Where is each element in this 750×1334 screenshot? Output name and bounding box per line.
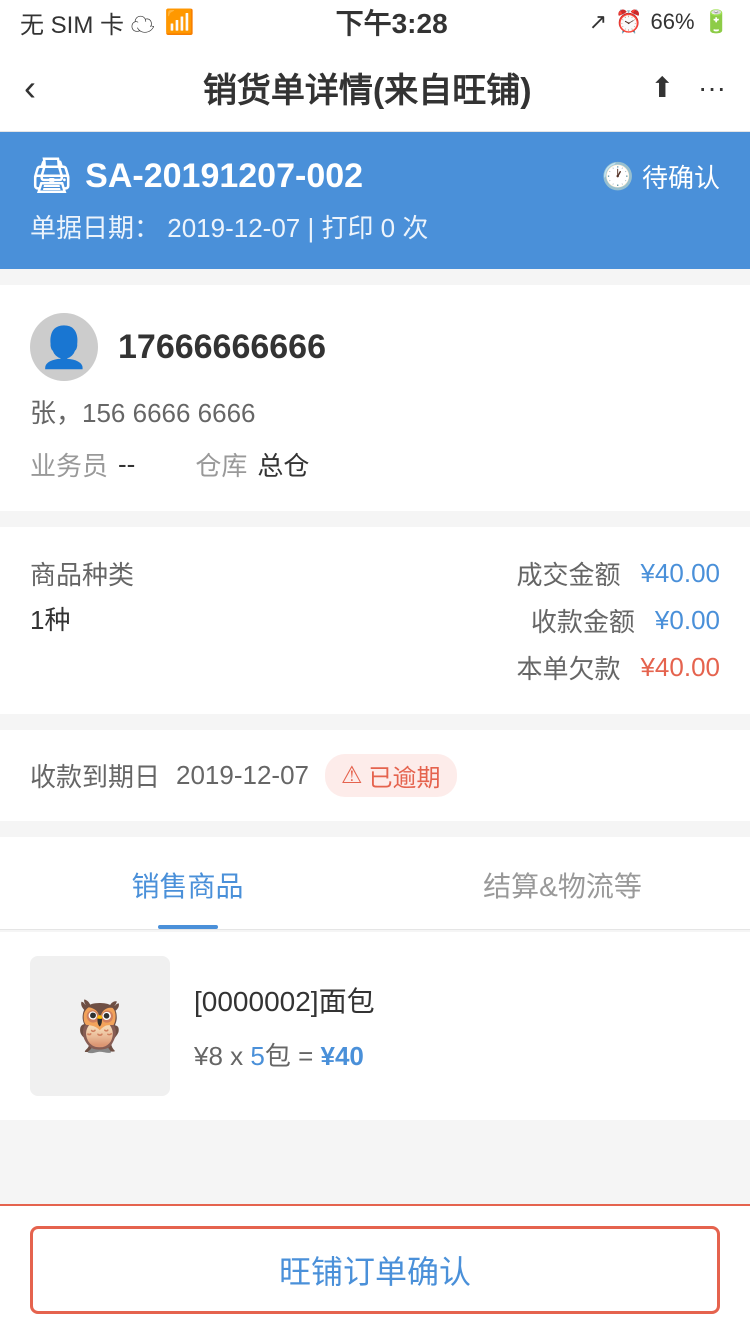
order-date-value: 2019-12-07 <box>167 213 300 243</box>
overdue-icon: ⚠ <box>341 761 363 790</box>
overdue-badge: ⚠ 已逾期 <box>325 754 457 797</box>
overdue-text: 已逾期 <box>369 758 441 793</box>
sim-label: 无 SIM 卡 ☁ <box>20 5 155 40</box>
status-clock-icon: 🕐 <box>602 161 634 192</box>
tab-settlement[interactable]: 结算&物流等 <box>375 837 750 929</box>
due-date-label: 收款到期日 <box>30 757 160 794</box>
confirm-btn-container: 旺铺订单确认 <box>0 1204 750 1334</box>
salesman-label: 业务员 <box>30 446 108 483</box>
product-price-text: ¥8 x <box>194 1041 250 1071</box>
order-id-icon: 🖨 <box>30 156 73 196</box>
product-qty: 5 <box>250 1041 264 1071</box>
status-time: 下午3:28 <box>336 2 448 42</box>
customer-sub-info: 张，156 6666 6666 <box>30 393 720 430</box>
customer-meta: 业务员 -- 仓库 总仓 <box>30 446 720 483</box>
amount-row-1: 收款金额 ¥0.00 <box>531 602 720 639</box>
warehouse-item: 仓库 总仓 <box>195 446 309 483</box>
status-right: ↗ ⏰ 66% 🔋 <box>589 9 730 35</box>
order-id-text: SA-20191207-002 <box>85 157 363 196</box>
amount-label-2: 本单欠款 <box>516 649 620 686</box>
wifi-icon: 📶 <box>165 8 195 37</box>
order-id: 🖨 SA-20191207-002 <box>30 156 363 196</box>
summary-left: 商品种类 1种 <box>30 555 134 637</box>
warehouse-value: 总仓 <box>257 446 309 483</box>
salesman-item: 业务员 -- <box>30 446 135 483</box>
status-text: 待确认 <box>642 158 720 195</box>
product-info: [0000002]面包 ¥8 x 5包 = ¥40 <box>194 956 720 1096</box>
product-item: 🦉 [0000002]面包 ¥8 x 5包 = ¥40 <box>30 956 720 1096</box>
order-date-row: 单据日期： 2019-12-07 | 打印 0 次 <box>30 208 720 245</box>
location-icon: ↗ <box>589 9 607 35</box>
category-value: 1种 <box>30 600 134 637</box>
confirm-button[interactable]: 旺铺订单确认 <box>30 1226 720 1314</box>
category-label: 商品种类 <box>30 555 134 592</box>
amount-label-1: 收款金额 <box>531 602 635 639</box>
amount-label-0: 成交金额 <box>516 555 620 592</box>
share-icon[interactable]: ⬆ <box>651 71 674 104</box>
battery-icon: 🔋 <box>703 9 730 35</box>
amount-value-1: ¥0.00 <box>655 605 720 636</box>
product-equals: = <box>291 1041 321 1071</box>
product-price-row: ¥8 x 5包 = ¥40 <box>194 1036 720 1073</box>
amount-row-2: 本单欠款 ¥40.00 <box>516 649 720 686</box>
date-label: 单据日期： <box>30 213 160 243</box>
page-title: 销货单详情(来自旺铺) <box>84 63 651 112</box>
battery-label: 66% <box>651 9 695 35</box>
alarm-icon: ⏰ <box>615 9 642 35</box>
order-id-row: 🖨 SA-20191207-002 🕐 待确认 <box>30 156 720 196</box>
tab-sales[interactable]: 销售商品 <box>0 837 375 929</box>
back-button[interactable]: ‹ <box>24 67 84 109</box>
due-section: 收款到期日 2019-12-07 ⚠ 已逾期 <box>0 730 750 821</box>
product-thumbnail: 🦉 <box>30 956 170 1096</box>
due-date-value: 2019-12-07 <box>176 760 309 791</box>
avatar-icon: 👤 <box>39 324 89 371</box>
summary-section: 商品种类 1种 成交金额 ¥40.00 收款金额 ¥0.00 本单欠款 ¥40.… <box>0 527 750 714</box>
product-total: ¥40 <box>321 1041 364 1071</box>
more-icon[interactable]: ··· <box>698 72 726 104</box>
salesman-value: -- <box>118 449 135 480</box>
amount-row-0: 成交金额 ¥40.00 <box>516 555 720 592</box>
print-info: | 打印 0 次 <box>307 213 428 243</box>
summary-right: 成交金额 ¥40.00 收款金额 ¥0.00 本单欠款 ¥40.00 <box>516 555 720 686</box>
status-bar: 无 SIM 卡 ☁ 📶 下午3:28 ↗ ⏰ 66% 🔋 <box>0 0 750 44</box>
order-header: 🖨 SA-20191207-002 🕐 待确认 单据日期： 2019-12-07… <box>0 132 750 269</box>
nav-actions: ⬆ ··· <box>651 71 726 104</box>
product-logo: 🦉 <box>69 997 131 1056</box>
tab-sales-label: 销售商品 <box>131 871 243 902</box>
product-name: [0000002]面包 <box>194 980 720 1020</box>
nav-bar: ‹ 销货单详情(来自旺铺) ⬆ ··· <box>0 44 750 132</box>
tab-settlement-label: 结算&物流等 <box>483 871 642 902</box>
avatar: 👤 <box>30 313 98 381</box>
product-section: 🦉 [0000002]面包 ¥8 x 5包 = ¥40 <box>0 932 750 1120</box>
product-unit: 包 <box>265 1041 291 1071</box>
status-left: 无 SIM 卡 ☁ 📶 <box>20 5 195 40</box>
customer-row: 👤 17666666666 <box>30 313 720 381</box>
amount-value-0: ¥40.00 <box>640 558 720 589</box>
tabs-section: 销售商品 结算&物流等 <box>0 837 750 930</box>
warehouse-label: 仓库 <box>195 446 247 483</box>
customer-section: 👤 17666666666 张，156 6666 6666 业务员 -- 仓库 … <box>0 285 750 511</box>
order-status: 🕐 待确认 <box>602 158 720 195</box>
customer-phone: 17666666666 <box>118 328 326 367</box>
amount-value-2: ¥40.00 <box>640 652 720 683</box>
